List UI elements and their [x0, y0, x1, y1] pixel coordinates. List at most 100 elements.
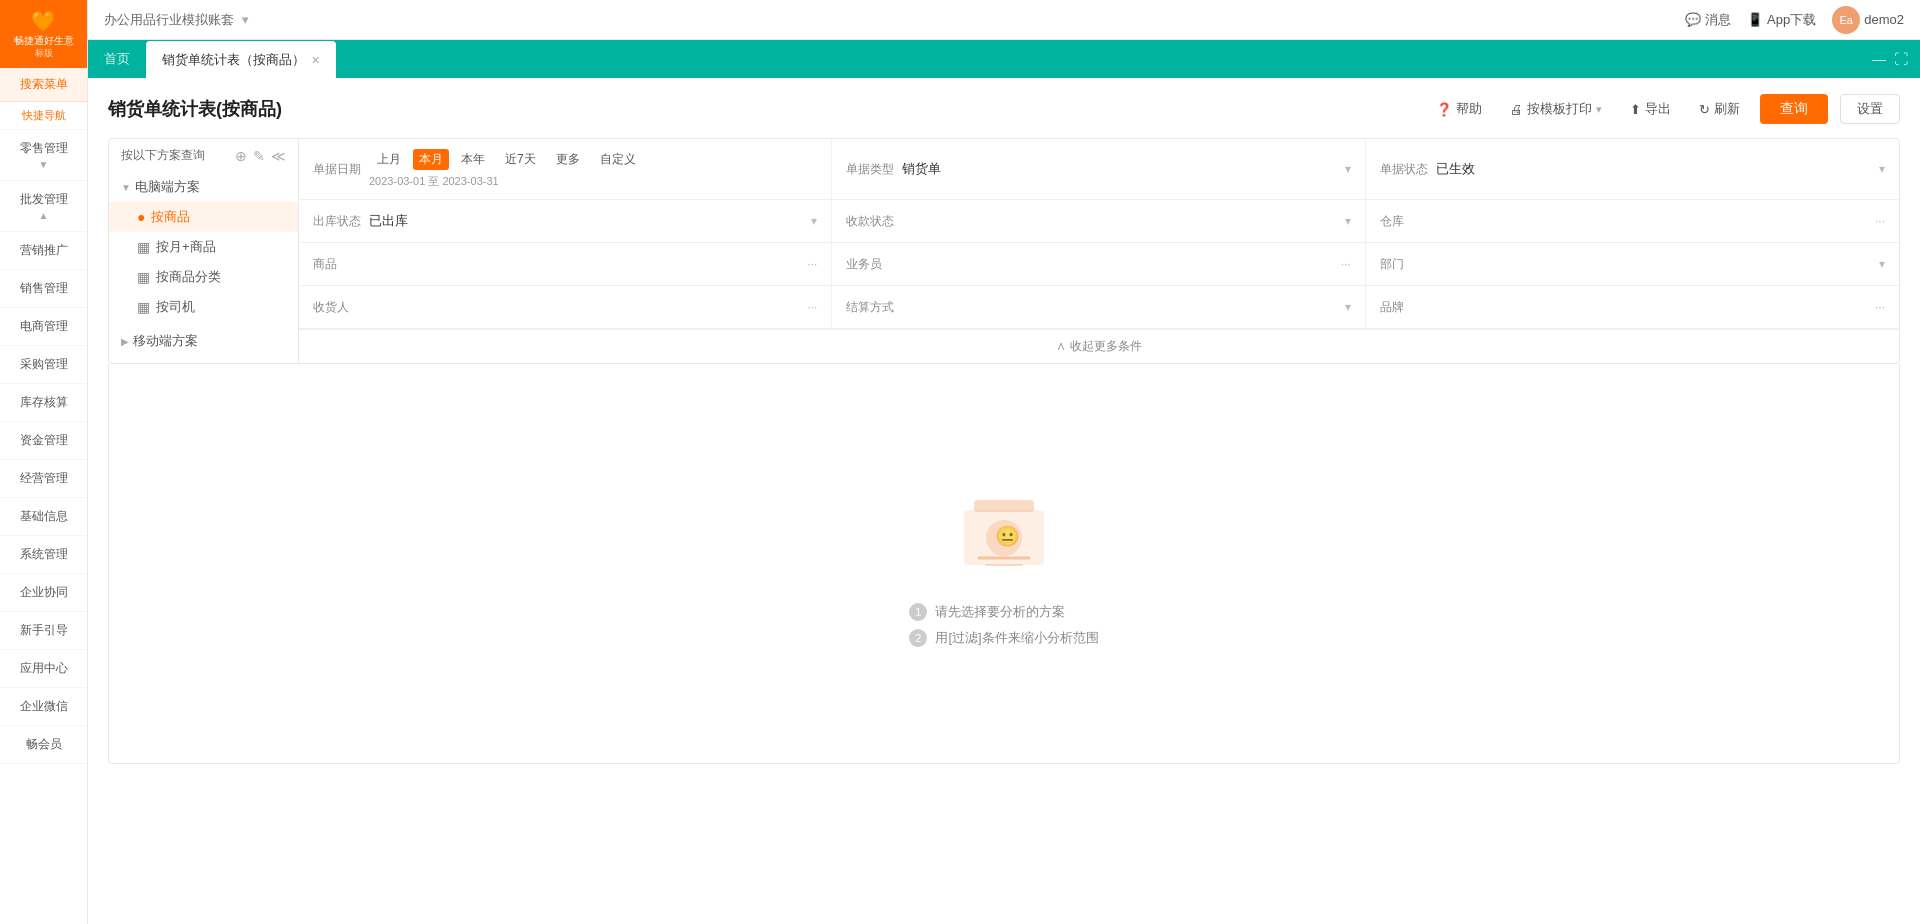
receiver-dots[interactable]: ···	[807, 300, 817, 314]
collapse-more-btn[interactable]: ∧ 收起更多条件	[299, 329, 1899, 363]
print-dropdown-icon: ▾	[1596, 103, 1602, 116]
collapse-scheme-icon[interactable]: ≪	[271, 148, 286, 164]
scheme-group-mobile: ▶ 移动端方案	[109, 326, 298, 356]
sidebar-item-member[interactable]: 畅会员	[0, 726, 87, 764]
date-tabs-wrapper: 上月 本月 本年 近7天 更多 自定义 2023-03-01 至 2023-03…	[369, 149, 817, 189]
product-dots[interactable]: ···	[807, 257, 817, 271]
scheme-group-mobile-title[interactable]: ▶ 移动端方案	[109, 326, 298, 356]
chevron-icon: ▲	[39, 210, 49, 221]
sidebar-item-operation[interactable]: 经营管理	[0, 460, 87, 498]
empty-tips: 1 请先选择要分析的方案 2 用[过滤]条件来缩小分析范围	[909, 603, 1098, 647]
logo-icon: 🧡	[14, 8, 74, 34]
add-scheme-icon[interactable]: ⊕	[235, 148, 247, 164]
sidebar-item-sales[interactable]: 销售管理	[0, 270, 87, 308]
sidebar-item-marketing[interactable]: 营销推广	[0, 232, 87, 270]
app-logo: 🧡 畅捷通好生意 标版	[0, 0, 87, 68]
date-tab-this-month[interactable]: 本月	[413, 149, 449, 170]
scheme-actions: ⊕ ✎ ≪	[235, 148, 286, 164]
breadcrumb-dropdown-icon[interactable]: ▾	[242, 12, 249, 27]
settle-dropdown-icon[interactable]: ▾	[1345, 300, 1351, 314]
date-tab-this-year[interactable]: 本年	[453, 149, 493, 170]
tab-home[interactable]: 首页	[88, 40, 146, 78]
left-sidebar: 🧡 畅捷通好生意 标版 搜索菜单 快捷导航 零售管理 ▼ 批发管理 ▲ 营销推广…	[0, 0, 88, 924]
sidebar-item-purchase[interactable]: 采购管理	[0, 346, 87, 384]
filter-out-status: 出库状态 已出库 ▾	[299, 200, 832, 242]
query-btn[interactable]: 查询	[1760, 94, 1828, 124]
sidebar-item-corp[interactable]: 企业协同	[0, 574, 87, 612]
filter-row-4: 收货人 ··· 结算方式 ▾	[299, 286, 1899, 329]
filter-container: 按以下方案查询 ⊕ ✎ ≪ ▼ 电脑端方案	[108, 138, 1900, 364]
status-value: 已生效	[1436, 160, 1475, 178]
out-status-dropdown-icon[interactable]: ▾	[811, 214, 817, 228]
group-expand-icon: ▼	[121, 182, 131, 193]
tip-num-2: 2	[909, 629, 927, 647]
sidebar-item-guide[interactable]: 新手引导	[0, 612, 87, 650]
sidebar-item-wechat[interactable]: 企业微信	[0, 688, 87, 726]
filter-row-3: 商品 ··· 业务员 ···	[299, 243, 1899, 286]
print-btn[interactable]: 🖨 按模板打印 ▾	[1502, 96, 1610, 122]
chevron-icon: ▼	[39, 159, 49, 170]
maximize-icon[interactable]: ⛶	[1894, 51, 1908, 67]
sidebar-item-basic[interactable]: 基础信息	[0, 498, 87, 536]
filter-dept: 部门 ▾	[1366, 243, 1899, 285]
app-download-btn[interactable]: 📱 App下载	[1747, 11, 1816, 29]
app-icon: 📱	[1747, 12, 1763, 27]
print-icon: 🖨	[1510, 102, 1523, 117]
scheme-group-pc-title[interactable]: ▼ 电脑端方案	[109, 172, 298, 202]
settings-btn[interactable]: 设置	[1840, 94, 1900, 124]
filter-brand: 品牌 ···	[1366, 286, 1899, 328]
main-area: 办公用品行业模拟账套 ▾ 💬 消息 📱 App下载 Ea demo2 首页 销货…	[88, 0, 1920, 924]
scheme-item-by-cashier[interactable]: ▦ 按司机	[109, 292, 298, 322]
tip-num-1: 1	[909, 603, 927, 621]
date-tab-last-month[interactable]: 上月	[369, 149, 409, 170]
user-menu[interactable]: Ea demo2	[1832, 6, 1904, 34]
sidebar-item-inventory[interactable]: 库存核算	[0, 384, 87, 422]
cashier-scheme-icon: ▦	[137, 299, 150, 315]
mobile-group-arrow: ▶	[121, 336, 129, 347]
pay-status-dropdown-icon[interactable]: ▾	[1345, 214, 1351, 228]
warehouse-dots[interactable]: ···	[1875, 214, 1885, 228]
page-title: 销货单统计表(按商品)	[108, 97, 282, 121]
sidebar-item-wholesale[interactable]: 批发管理 ▲	[0, 181, 87, 232]
filter-status: 单据状态 已生效 ▾	[1366, 139, 1899, 199]
minimize-icon[interactable]: —	[1872, 51, 1886, 67]
help-btn[interactable]: ❓ 帮助	[1428, 96, 1490, 122]
scheme-item-by-category[interactable]: ▦ 按商品分类	[109, 262, 298, 292]
salesperson-dots[interactable]: ···	[1341, 257, 1351, 271]
date-range-display: 2023-03-01 至 2023-03-31	[369, 174, 817, 189]
filter-pay-status: 收款状态 ▾	[832, 200, 1365, 242]
export-btn[interactable]: ⬆ 导出	[1622, 96, 1679, 122]
header-actions: 💬 消息 📱 App下载 Ea demo2	[1685, 6, 1904, 34]
edit-scheme-icon[interactable]: ✎	[253, 148, 265, 164]
date-tab-more[interactable]: 更多	[548, 149, 588, 170]
tab-report[interactable]: 销货单统计表（按商品） ✕	[146, 41, 336, 79]
sidebar-item-retail[interactable]: 零售管理 ▼	[0, 130, 87, 181]
filter-warehouse: 仓库 ···	[1366, 200, 1899, 242]
search-menu[interactable]: 搜索菜单	[0, 68, 87, 102]
date-tab-7days[interactable]: 近7天	[497, 149, 544, 170]
close-tab-icon[interactable]: ✕	[311, 54, 320, 67]
sidebar-item-finance[interactable]: 资金管理	[0, 422, 87, 460]
status-dropdown-icon[interactable]: ▾	[1879, 162, 1885, 176]
svg-rect-1	[974, 500, 1034, 512]
type-dropdown-icon[interactable]: ▾	[1345, 162, 1351, 176]
tab-bar: 首页 销货单统计表（按商品） ✕ — ⛶	[88, 40, 1920, 78]
quick-nav[interactable]: 快捷导航	[0, 102, 87, 130]
message-btn[interactable]: 💬 消息	[1685, 11, 1731, 29]
brand-dots[interactable]: ···	[1875, 300, 1885, 314]
refresh-icon: ↻	[1699, 102, 1710, 117]
sidebar-item-apps[interactable]: 应用中心	[0, 650, 87, 688]
sidebar-item-ecom[interactable]: 电商管理	[0, 308, 87, 346]
date-tab-custom[interactable]: 自定义	[592, 149, 644, 170]
filter-settle: 结算方式 ▾	[832, 286, 1365, 328]
empty-tip-2: 2 用[过滤]条件来缩小分析范围	[909, 629, 1098, 647]
message-icon: 💬	[1685, 12, 1701, 27]
dept-dropdown-icon[interactable]: ▾	[1879, 257, 1885, 271]
svg-text:😐: 😐	[995, 524, 1020, 548]
page-actions: ❓ 帮助 🖨 按模板打印 ▾ ⬆ 导出 ↻ 刷新	[1428, 94, 1900, 124]
scheme-item-by-product[interactable]: ● 按商品	[109, 202, 298, 232]
sidebar-item-system[interactable]: 系统管理	[0, 536, 87, 574]
scheme-item-by-month-product[interactable]: ▦ 按月+商品	[109, 232, 298, 262]
refresh-btn[interactable]: ↻ 刷新	[1691, 96, 1748, 122]
filter-date: 单据日期 上月 本月 本年 近7天 更多 自定义 2023-03-01 至 20…	[299, 139, 832, 199]
